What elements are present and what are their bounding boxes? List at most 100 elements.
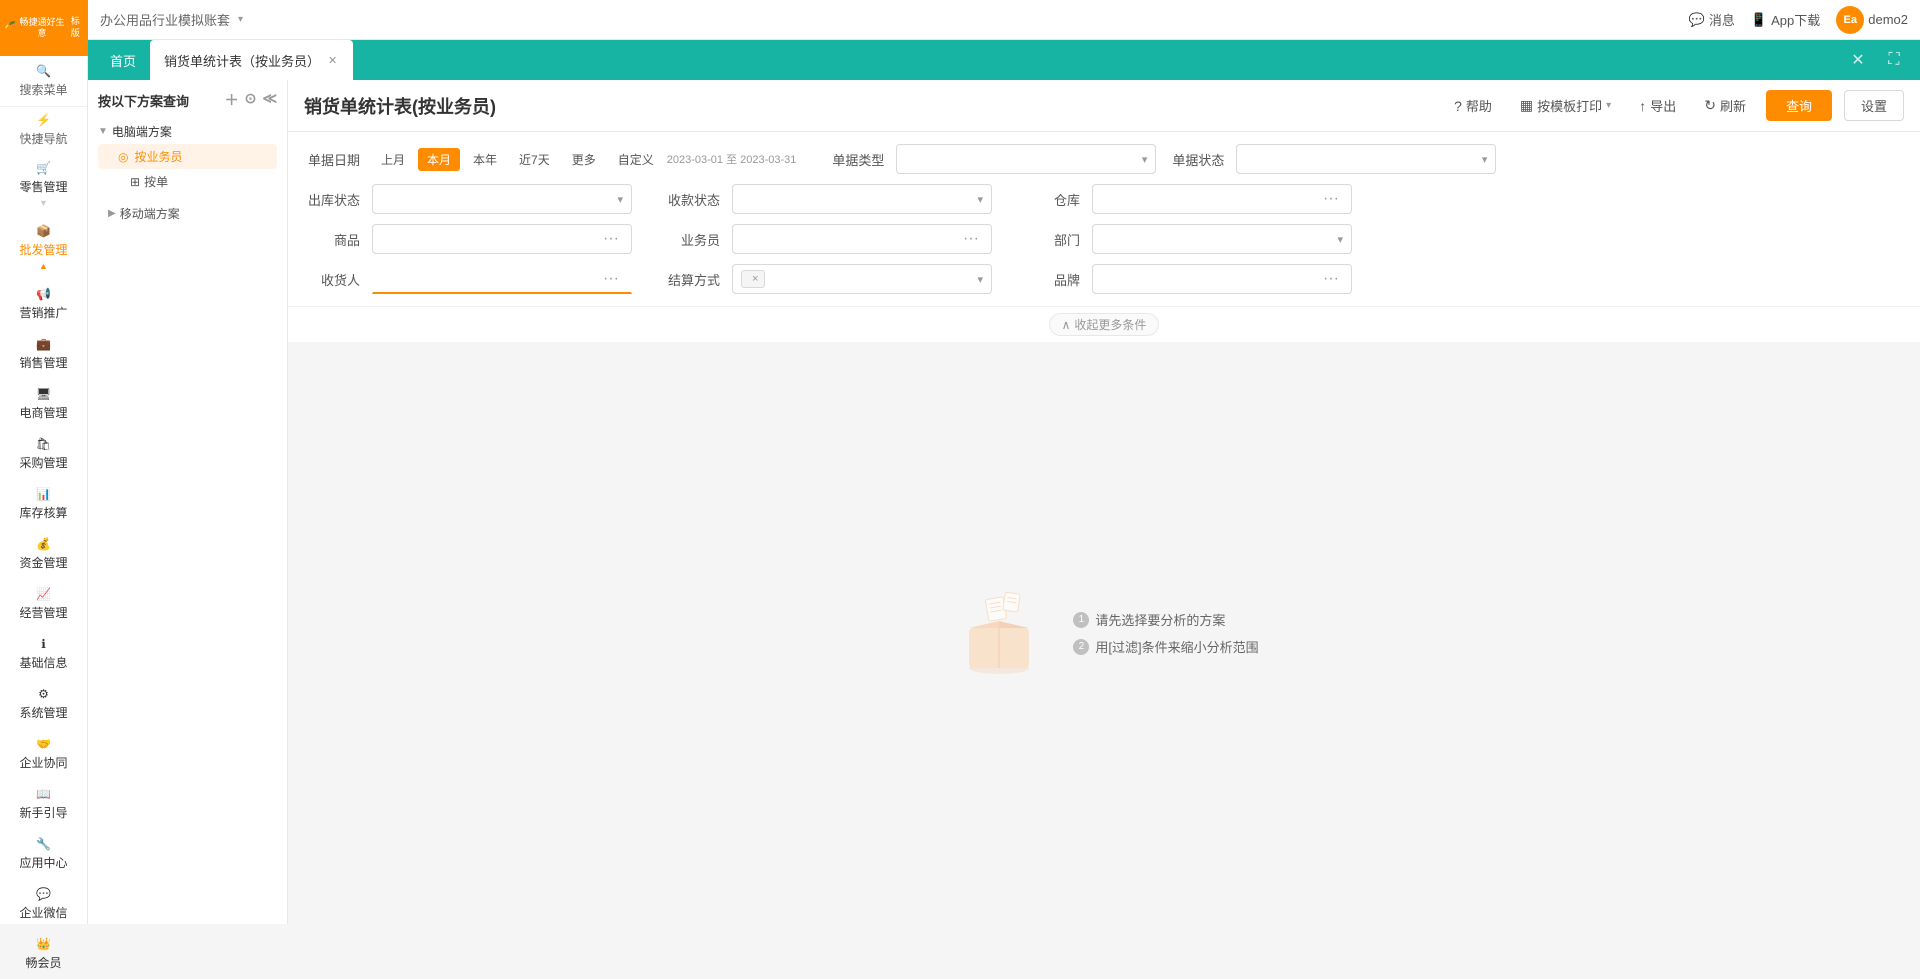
collapse-bar: ∧ 收起更多条件 [288,306,1920,342]
warehouse-dots[interactable]: ··· [1319,190,1343,208]
retail-label: 零售管理 [19,178,67,195]
empty-tip-2: 2 用[过滤]条件来缩小分析范围 [1073,637,1258,656]
scheme-item-by-salesperson[interactable]: ◎ 按业务员 [98,144,277,169]
sidebar-item-basic[interactable]: ℹ 基础信息 [0,629,87,679]
scheme-section: ▼ 电脑端方案 ◎ 按业务员 ⊞ 按单 ▶ 移动端方案 [88,116,287,230]
sidebar-item-sales[interactable]: 💼 销售管理 [0,329,87,379]
empty-tips: 1 请先选择要分析的方案 2 用[过滤]条件来缩小分析范围 [1073,610,1258,656]
goods-field: ··· [372,224,632,254]
user-menu-btn[interactable]: Ea demo2 [1836,6,1908,34]
dept-arrow: ▾ [1337,233,1343,246]
doc-status-label: 单据状态 [1168,150,1224,169]
settlement-arrow: ▾ [977,273,983,286]
consignee-input[interactable]: ··· [372,264,632,294]
sidebar-item-guide[interactable]: 📖 新手引导 [0,779,87,829]
date-pill-7days[interactable]: 近7天 [510,148,559,171]
pay-status-label: 收款状态 [664,190,720,209]
sidebar-item-inventory[interactable]: 📊 库存核算 [0,479,87,529]
export-btn[interactable]: ↑ 导出 [1631,92,1684,119]
consignee-dots[interactable]: ··· [599,270,623,288]
goods-input[interactable]: ··· [372,224,632,254]
salesperson-dots[interactable]: ··· [959,230,983,248]
help-btn[interactable]: ? 帮助 [1446,92,1500,119]
empty-tip-1: 1 请先选择要分析的方案 [1073,610,1258,629]
retail-arrow: ▼ [39,198,48,208]
scheme-item-by-order[interactable]: ⊞ 按单 [98,170,277,193]
app-download-btn[interactable]: 📱 App下载 [1751,10,1820,29]
wholesale-arrow: ▲ [39,261,48,271]
sidebar-item-member[interactable]: 👑 畅会员 [0,929,87,979]
mobile-group-header[interactable]: ▶ 移动端方案 [98,201,277,226]
tab-sales-stats[interactable]: 销货单统计表（按业务员） ✕ [150,40,353,80]
settlement-tag-remove[interactable]: × [752,273,758,285]
date-pill-last-month[interactable]: 上月 [372,148,414,171]
appstore-label: 应用中心 [19,854,67,871]
out-status-field: ▾ [372,184,632,214]
purchase-label: 采购管理 [19,454,67,471]
topbar-right: 💬 消息 📱 App下载 Ea demo2 [1689,6,1908,34]
date-pill-this-month[interactable]: 本月 [418,148,460,171]
brand-input[interactable]: ··· [1092,264,1352,294]
settlement-select[interactable]: × ▾ [732,264,992,294]
template-print-btn[interactable]: ▦ 按模板打印 ▾ [1512,92,1619,119]
date-pill-this-year[interactable]: 本年 [464,148,506,171]
settings-scheme-btn[interactable]: ⊙ [245,90,257,110]
sidebar-item-finance[interactable]: 💰 资金管理 [0,529,87,579]
empty-state: 1 请先选择要分析的方案 2 用[过滤]条件来缩小分析范围 [949,583,1258,683]
sidebar-item-purchase[interactable]: 🛍 采购管理 [0,429,87,479]
sidebar-item-appstore[interactable]: 🔧 应用中心 [0,829,87,879]
date-pill-more[interactable]: 更多 [563,148,605,171]
query-button[interactable]: 查询 [1766,90,1832,121]
topbar-dropdown-icon[interactable]: ▾ [238,14,243,25]
tip-text-1: 请先选择要分析的方案 [1095,610,1225,629]
desktop-group-triangle: ▼ [98,126,108,137]
topbar: 办公用品行业模拟账套 ▾ 💬 消息 📱 App下载 Ea demo2 [88,0,1920,40]
tab-home-label: 首页 [110,51,136,70]
sidebar-item-enterprise[interactable]: 🤝 企业协同 [0,729,87,779]
wechat-label: 企业微信 [19,904,67,921]
sidebar-item-wholesale[interactable]: 📦 批发管理 ▲ [0,216,87,279]
collapse-panel-btn[interactable]: ≪ [262,90,277,110]
add-scheme-btn[interactable]: ＋ [225,90,239,110]
sales-icon: 💼 [36,337,51,351]
brand-dots[interactable]: ··· [1319,270,1343,288]
quick-nav-label: 快捷导航 [19,130,67,147]
message-btn[interactable]: 💬 消息 [1689,10,1735,29]
collapse-label: 收起更多条件 [1074,316,1146,333]
tab-minimize-btn[interactable]: ✕ [1844,46,1872,74]
help-label: 帮助 [1466,96,1492,115]
tab-maximize-btn[interactable]: ⛶ [1880,46,1908,74]
user-name-label: demo2 [1868,12,1908,27]
sidebar-item-wechat[interactable]: 💬 企业微信 [0,879,87,929]
tab-sales-stats-label: 销货单统计表（按业务员） [164,51,320,70]
refresh-btn[interactable]: ↻ 刷新 [1696,92,1754,119]
logo-subtext: 标版 [67,16,84,39]
sidebar-search-btn[interactable]: 🔍 搜索菜单 [0,56,87,107]
sidebar-item-operations[interactable]: 📈 经营管理 [0,579,87,629]
enterprise-label: 企业协同 [19,754,67,771]
out-status-select[interactable]: ▾ [372,184,632,214]
doc-type-select[interactable]: ▾ [896,144,1156,174]
dept-field: ▾ [1092,224,1352,254]
salesperson-input[interactable]: ··· [732,224,992,254]
dept-select[interactable]: ▾ [1092,224,1352,254]
doc-status-select[interactable]: ▾ [1236,144,1496,174]
tab-home[interactable]: 首页 [96,40,150,80]
reset-button[interactable]: 设置 [1844,90,1904,121]
sidebar-item-quick-nav[interactable]: ⚡ 快捷导航 [0,107,87,149]
date-pill-custom[interactable]: 自定义 [609,148,663,171]
warehouse-input[interactable]: ··· [1092,184,1352,214]
sidebar-item-retail[interactable]: 🛒 零售管理 ▼ [0,153,87,216]
print-dropdown-icon: ▾ [1606,100,1611,111]
sidebar-item-ecommerce[interactable]: 🖥 电商管理 [0,379,87,429]
tab-close-icon[interactable]: ✕ [326,52,339,69]
sidebar-item-system[interactable]: ⚙ 系统管理 [0,679,87,729]
logo-icon: 🍊 [4,21,18,35]
scheme-group-desktop-header[interactable]: ▼ 电脑端方案 [98,120,277,143]
sidebar-item-marketing[interactable]: 📢 营销推广 [0,279,87,329]
goods-dots[interactable]: ··· [599,230,623,248]
pay-status-select[interactable]: ▾ [732,184,992,214]
collapse-btn[interactable]: ∧ 收起更多条件 [1049,313,1160,336]
page-title: 销货单统计表(按业务员) [304,93,496,119]
out-status-arrow: ▾ [617,193,623,206]
